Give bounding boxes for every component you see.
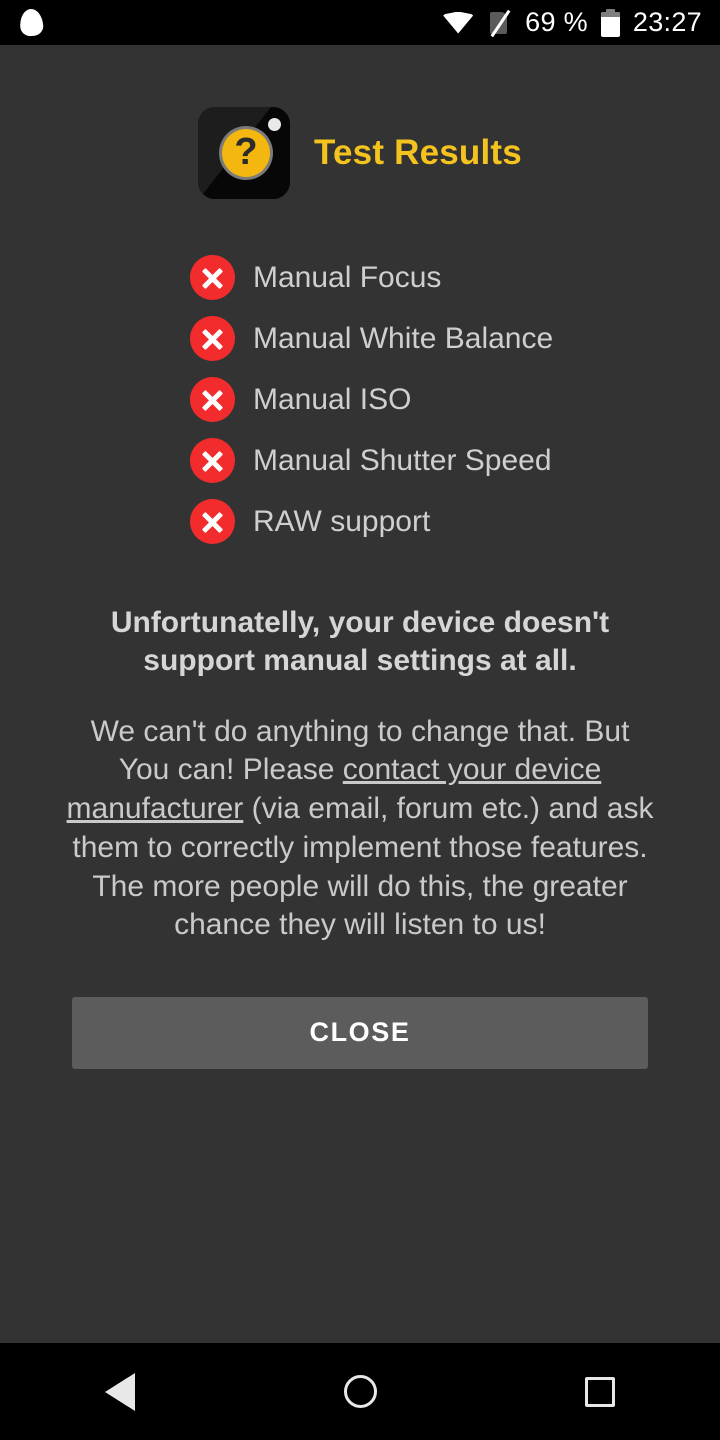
result-label: Manual Focus [253,260,442,294]
battery-percent-label: 69 % [525,7,588,37]
back-triangle-icon [105,1372,135,1411]
list-item: Manual ISO [190,369,720,430]
status-bar-right: 69 % 23:27 [443,7,720,38]
clock-label: 23:27 [632,7,702,37]
nav-recents-button[interactable] [480,1343,720,1440]
x-circle-icon [190,255,235,300]
result-label: RAW support [253,504,431,538]
flash-dot-icon [268,118,282,131]
result-label: Manual ISO [253,382,412,416]
result-label: Manual White Balance [253,321,554,355]
sim-off-icon [486,9,512,37]
actions-row: CLOSE [0,996,720,1069]
list-item: RAW support [190,491,720,552]
list-item: Manual Focus [190,247,720,308]
body-message: We can't do anything to change that. But… [0,713,720,945]
home-circle-icon [343,1375,377,1408]
x-circle-icon [190,499,235,544]
x-circle-icon [190,377,235,422]
x-circle-icon [190,438,235,483]
nav-back-button[interactable] [0,1343,240,1440]
status-bar: 69 % 23:27 [0,0,720,45]
android-nav-bar [0,1343,720,1440]
results-list: Manual Focus Manual White Balance Manual… [0,247,720,552]
camera-question-icon: ? [198,107,291,199]
nav-home-button[interactable] [240,1343,480,1440]
phone-screen: 69 % 23:27 ? Test Results Manual Focus M… [0,0,720,1440]
status-bar-left [0,8,44,37]
result-label: Manual Shutter Speed [253,443,552,477]
app-header: ? Test Results [0,45,720,199]
x-circle-icon [190,316,235,361]
page-title: Test Results [314,133,522,172]
close-button[interactable]: CLOSE [72,996,648,1069]
battery-icon [600,8,620,37]
list-item: Manual Shutter Speed [190,430,720,491]
wifi-icon [443,11,474,34]
recents-square-icon [585,1376,615,1407]
flame-icon [19,8,44,37]
list-item: Manual White Balance [190,308,720,369]
headline-message: Unfortunatelly, your device doesn't supp… [110,606,610,678]
test-results-screen: ? Test Results Manual Focus Manual White… [0,45,720,1343]
